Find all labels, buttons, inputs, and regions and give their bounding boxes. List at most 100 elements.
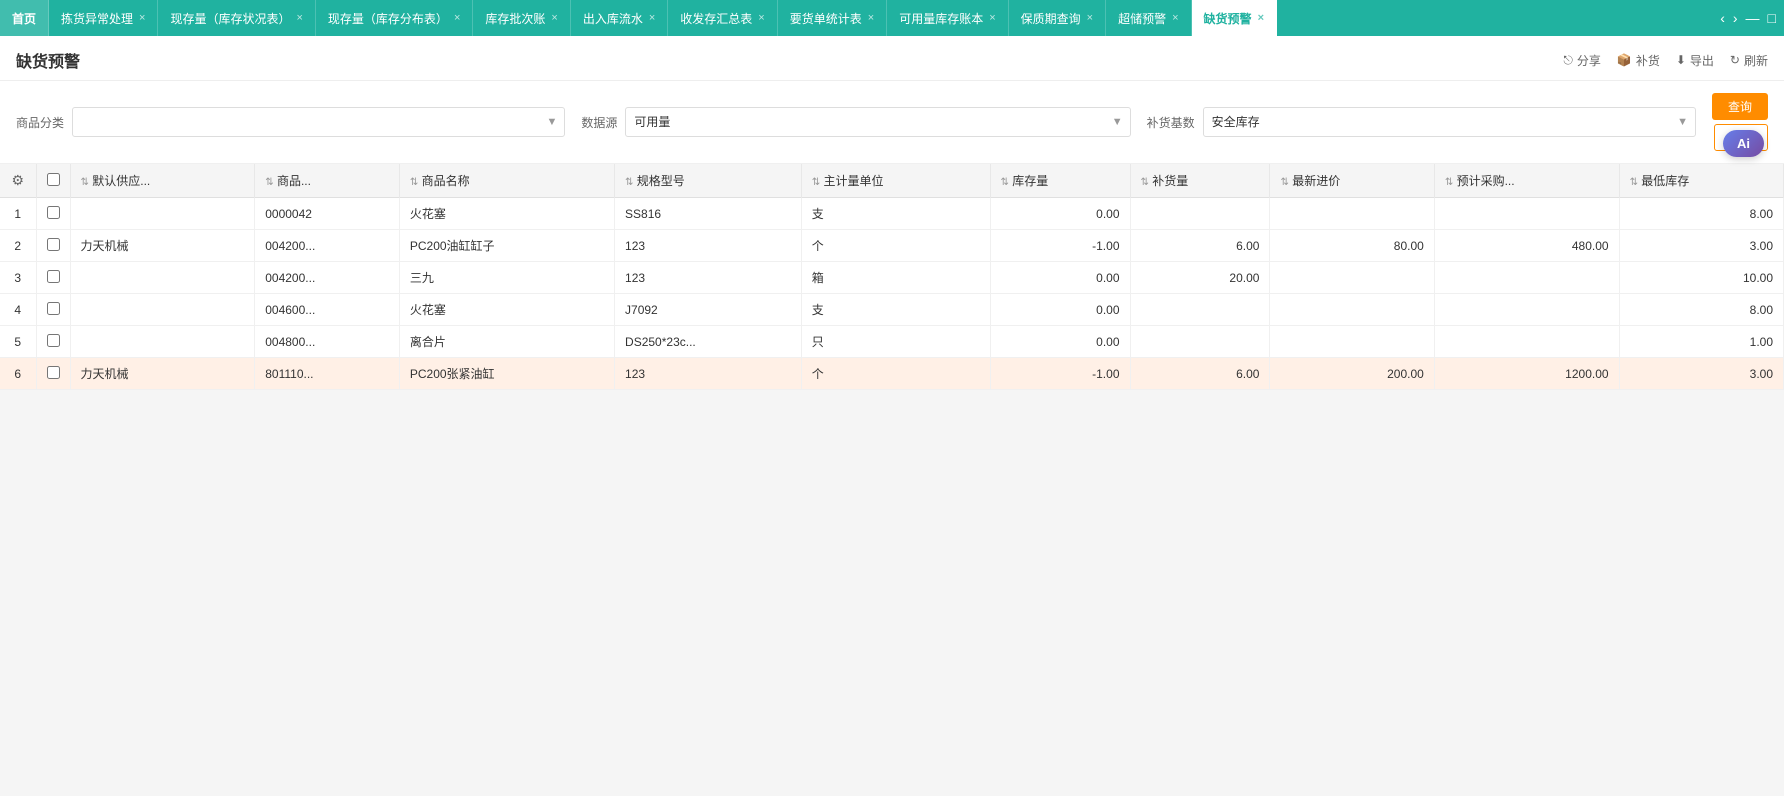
row-checkbox-cell-3: [36, 262, 70, 294]
datasource-select-wrapper: 可用量 库存量 ▼: [625, 107, 1130, 137]
tab-available-ledger[interactable]: 可用量库存账本 ×: [887, 0, 1008, 36]
category-select[interactable]: [72, 107, 565, 137]
row-checkbox-4[interactable]: [47, 302, 60, 315]
row-checkbox-5[interactable]: [47, 334, 60, 347]
tab-demand-stat-close[interactable]: ×: [868, 12, 874, 24]
tab-receive-total[interactable]: 收发存汇总表 ×: [668, 0, 777, 36]
row-code-3: 004200...: [255, 262, 400, 294]
row-checkbox-cell-4: [36, 294, 70, 326]
sort-icon-name: ⇅: [410, 177, 418, 188]
row-spec-6: 123: [615, 358, 802, 390]
category-select-wrapper: ▼: [72, 107, 565, 137]
restock-button[interactable]: 📦 补货: [1617, 52, 1660, 69]
tab-inventory-dist-close[interactable]: ×: [454, 12, 460, 24]
tab-abnormal-label: 拣货异常处理: [61, 10, 133, 27]
query-button[interactable]: 查询: [1712, 93, 1768, 120]
table-row: 1 0000042 火花塞 SS816 支 0.00 8.00: [0, 198, 1784, 230]
row-name-1: 火花塞: [399, 198, 614, 230]
tab-demand-stat-label: 要货单统计表: [790, 10, 862, 27]
col-restock-qty: ⇅ 补货量: [1130, 164, 1270, 198]
tab-expiry-query[interactable]: 保质期查询 ×: [1009, 0, 1106, 36]
tab-expiry-query-label: 保质期查询: [1021, 10, 1081, 27]
row-checkbox-cell-5: [36, 326, 70, 358]
tab-batch-account-label: 库存批次账: [485, 10, 545, 27]
refresh-icon: ↻: [1730, 53, 1740, 67]
header-actions: ⎋ 分享 📦 补货 ⬇ 导出 ↻ 刷新: [1563, 52, 1768, 69]
table-body: 1 0000042 火花塞 SS816 支 0.00 8.00 2 力天机械 0…: [0, 198, 1784, 390]
select-all-checkbox[interactable]: [47, 173, 60, 186]
row-price-6: 200.00: [1270, 358, 1434, 390]
refresh-button[interactable]: ↻ 刷新: [1730, 52, 1768, 69]
share-button[interactable]: ⎋ 分享: [1563, 52, 1601, 69]
restock-base-filter: 补货基数 安全库存 最低库存 ▼: [1147, 107, 1696, 137]
row-checkbox-6[interactable]: [47, 366, 60, 379]
row-checkbox-3[interactable]: [47, 270, 60, 283]
tab-expiry-query-close[interactable]: ×: [1087, 12, 1093, 24]
row-mininventory-3: 10.00: [1619, 262, 1783, 294]
tab-home[interactable]: 首页: [0, 0, 49, 36]
tab-batch-account-close[interactable]: ×: [551, 12, 557, 24]
tab-overstock-close[interactable]: ×: [1172, 12, 1178, 24]
sort-icon-supplier: ⇅: [81, 177, 89, 188]
row-spec-3: 123: [615, 262, 802, 294]
sort-icon-unit: ⇅: [812, 177, 820, 188]
row-inventory-3: 0.00: [990, 262, 1130, 294]
tab-shortage[interactable]: 缺货预警 ×: [1192, 0, 1277, 36]
tab-inventory-status-close[interactable]: ×: [296, 12, 302, 24]
restock-base-select-wrapper: 安全库存 最低库存 ▼: [1203, 107, 1696, 137]
restock-base-select[interactable]: 安全库存 最低库存: [1203, 107, 1696, 137]
table-row: 5 004800... 离合片 DS250*23c... 只 0.00 1.00: [0, 326, 1784, 358]
tab-batch-account[interactable]: 库存批次账 ×: [473, 0, 570, 36]
row-checkbox-2[interactable]: [47, 238, 60, 251]
row-name-5: 离合片: [399, 326, 614, 358]
column-settings-button[interactable]: ⚙: [11, 172, 24, 189]
restock-base-label: 补货基数: [1147, 114, 1195, 131]
row-inventory-5: 0.00: [990, 326, 1130, 358]
row-mininventory-2: 3.00: [1619, 230, 1783, 262]
tab-receive-total-label: 收发存汇总表: [680, 10, 752, 27]
row-restock-2: 6.00: [1130, 230, 1270, 262]
row-price-2: 80.00: [1270, 230, 1434, 262]
tab-next-button[interactable]: ›: [1729, 0, 1742, 36]
tab-inventory-dist[interactable]: 现存量（库存分布表） ×: [316, 0, 473, 36]
col-default-supplier: ⇅ 默认供应...: [70, 164, 255, 198]
tab-available-ledger-close[interactable]: ×: [989, 12, 995, 24]
row-index-3: 3: [0, 262, 36, 294]
tab-inout-flow-label: 出入库流水: [583, 10, 643, 27]
row-mininventory-5: 1.00: [1619, 326, 1783, 358]
tab-receive-total-close[interactable]: ×: [758, 12, 764, 24]
row-mininventory-6: 3.00: [1619, 358, 1783, 390]
row-checkbox-1[interactable]: [47, 206, 60, 219]
tab-demand-stat[interactable]: 要货单统计表 ×: [778, 0, 887, 36]
refresh-label: 刷新: [1744, 52, 1768, 69]
tab-maximize-button[interactable]: □: [1764, 0, 1780, 36]
tab-inout-flow[interactable]: 出入库流水 ×: [571, 0, 668, 36]
ai-badge[interactable]: Ai: [1723, 130, 1764, 157]
tab-abnormal[interactable]: 拣货异常处理 ×: [49, 0, 158, 36]
tab-minimize-button[interactable]: —: [1742, 0, 1764, 36]
tab-inout-flow-close[interactable]: ×: [649, 12, 655, 24]
row-restock-5: [1130, 326, 1270, 358]
col-goods-code: ⇅ 商品...: [255, 164, 400, 198]
tab-overstock-label: 超储预警: [1118, 10, 1166, 27]
row-unit-6: 个: [801, 358, 990, 390]
row-index-4: 4: [0, 294, 36, 326]
tab-prev-button[interactable]: ‹: [1716, 0, 1729, 36]
export-button[interactable]: ⬇ 导出: [1676, 52, 1714, 69]
datasource-select[interactable]: 可用量 库存量: [625, 107, 1130, 137]
category-filter-label: 商品分类: [16, 114, 64, 131]
sort-icon-spec: ⇅: [625, 177, 633, 188]
table-row: 6 力天机械 801110... PC200张紧油缸 123 个 -1.00 6…: [0, 358, 1784, 390]
filter-bar: 商品分类 ▼ 数据源 可用量 库存量 ▼ 补货基数: [0, 81, 1784, 164]
tab-shortage-close[interactable]: ×: [1258, 12, 1264, 24]
tab-home-label: 首页: [12, 10, 36, 27]
tab-inventory-status[interactable]: 现存量（库存状况表） ×: [158, 0, 315, 36]
tab-inventory-dist-label: 现存量（库存分布表）: [328, 10, 448, 27]
row-spec-4: J7092: [615, 294, 802, 326]
row-checkbox-cell-1: [36, 198, 70, 230]
tab-overstock[interactable]: 超储预警 ×: [1106, 0, 1191, 36]
tab-abnormal-close[interactable]: ×: [139, 12, 145, 24]
tab-available-ledger-label: 可用量库存账本: [899, 10, 983, 27]
col-min-inventory: ⇅ 最低库存: [1619, 164, 1783, 198]
row-estpurchase-5: [1434, 326, 1619, 358]
